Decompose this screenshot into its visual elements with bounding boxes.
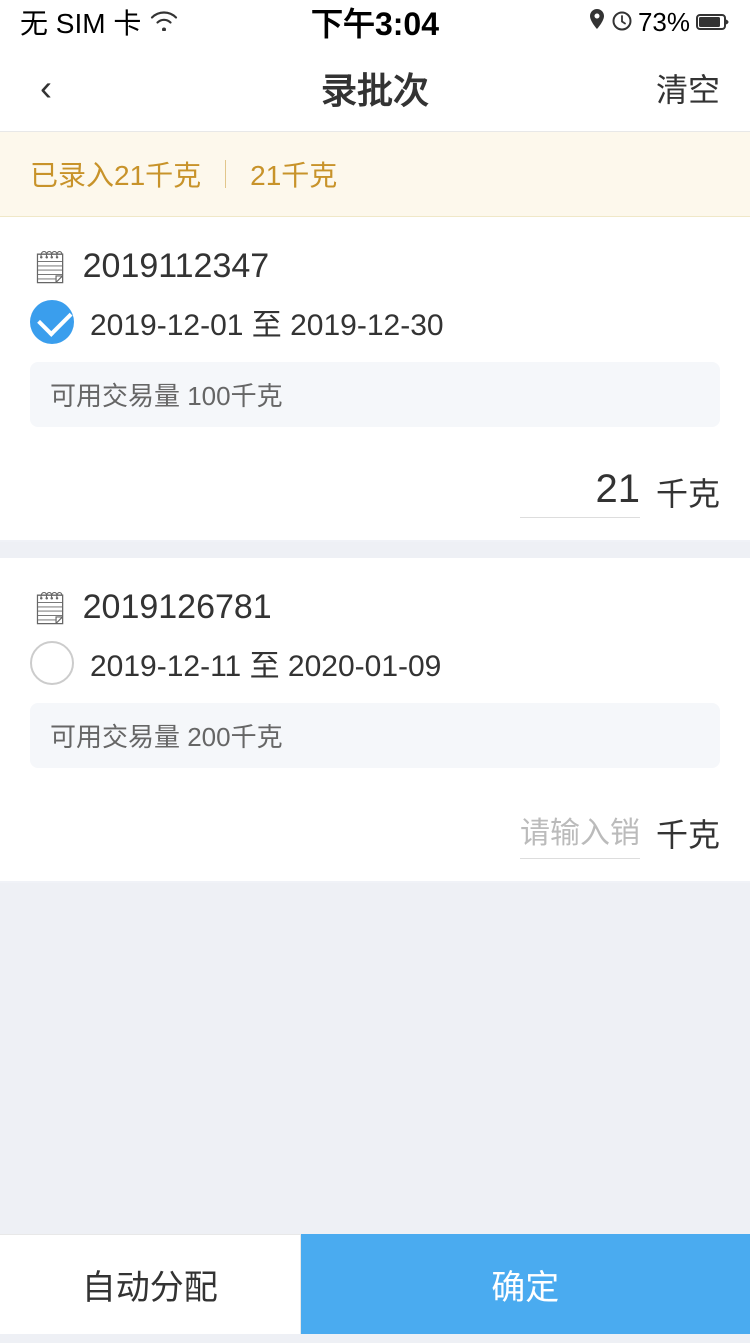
batch-id-1: 2019112347 <box>83 247 270 286</box>
status-time: 下午3:04 <box>311 0 439 45</box>
batch-header-2: 🗒 2019126781 <box>30 588 720 627</box>
carrier-text: 无 SIM 卡 <box>20 2 141 42</box>
summary-amount: 21千克 <box>250 154 337 194</box>
batch-date-row-1: 2019-12-01 至 2019-12-30 <box>30 300 720 344</box>
summary-divider <box>225 160 226 188</box>
unit-label-1: 千克 <box>656 469 720 515</box>
batch-item-2: 🗒 2019126781 2019-12-11 至 2020-01-09 可用交… <box>0 558 750 788</box>
location-icon <box>588 7 606 38</box>
back-button[interactable]: ‹ <box>30 57 62 119</box>
confirm-button[interactable]: 确定 <box>301 1234 750 1334</box>
radio-unchecked-2[interactable] <box>30 641 74 685</box>
clock-icon <box>612 7 632 38</box>
clear-button[interactable]: 清空 <box>656 65 720 111</box>
available-box-1: 可用交易量 100千克 <box>30 362 720 427</box>
page-title: 录批次 <box>321 62 429 114</box>
summary-banner: 已录入21千克 21千克 <box>0 132 750 217</box>
batch-card-1: 🗒 2019112347 2019-12-01 至 2019-12-30 可用交… <box>0 217 750 540</box>
auto-distribute-button[interactable]: 自动分配 <box>0 1234 301 1334</box>
status-left: 无 SIM 卡 <box>20 2 179 42</box>
batch-date-1: 2019-12-01 至 2019-12-30 <box>90 300 444 344</box>
quantity-row-2: 千克 <box>0 788 750 881</box>
wifi-icon <box>149 6 179 38</box>
nav-bar: ‹ 录批次 清空 <box>0 44 750 132</box>
radio-checked-1[interactable] <box>30 300 74 344</box>
quantity-wrapper-2 <box>520 808 640 857</box>
batch-header-1: 🗒 2019112347 <box>30 247 720 286</box>
battery-icon <box>696 7 730 38</box>
batch-date-2: 2019-12-11 至 2020-01-09 <box>90 641 441 685</box>
batch-doc-icon-2: 🗒 <box>30 589 71 627</box>
batch-item-1: 🗒 2019112347 2019-12-01 至 2019-12-30 可用交… <box>0 217 750 447</box>
batch-id-2: 2019126781 <box>83 588 272 627</box>
quantity-row-1: 千克 <box>0 447 750 540</box>
batch-date-row-2: 2019-12-11 至 2020-01-09 <box>30 641 720 685</box>
quantity-input-2[interactable] <box>520 808 640 853</box>
bottom-bar: 自动分配 确定 <box>0 1234 750 1334</box>
status-bar: 无 SIM 卡 下午3:04 73% <box>0 0 750 44</box>
unit-label-2: 千克 <box>656 810 720 856</box>
quantity-input-1[interactable] <box>520 467 640 512</box>
available-box-2: 可用交易量 200千克 <box>30 703 720 768</box>
section-separator <box>0 542 750 558</box>
recorded-text: 已录入21千克 <box>30 154 201 194</box>
status-right: 73% <box>588 7 730 38</box>
quantity-wrapper-1 <box>520 467 640 516</box>
batch-doc-icon-1: 🗒 <box>30 248 71 286</box>
battery-percent: 73% <box>638 7 690 38</box>
batch-card-2: 🗒 2019126781 2019-12-11 至 2020-01-09 可用交… <box>0 558 750 881</box>
